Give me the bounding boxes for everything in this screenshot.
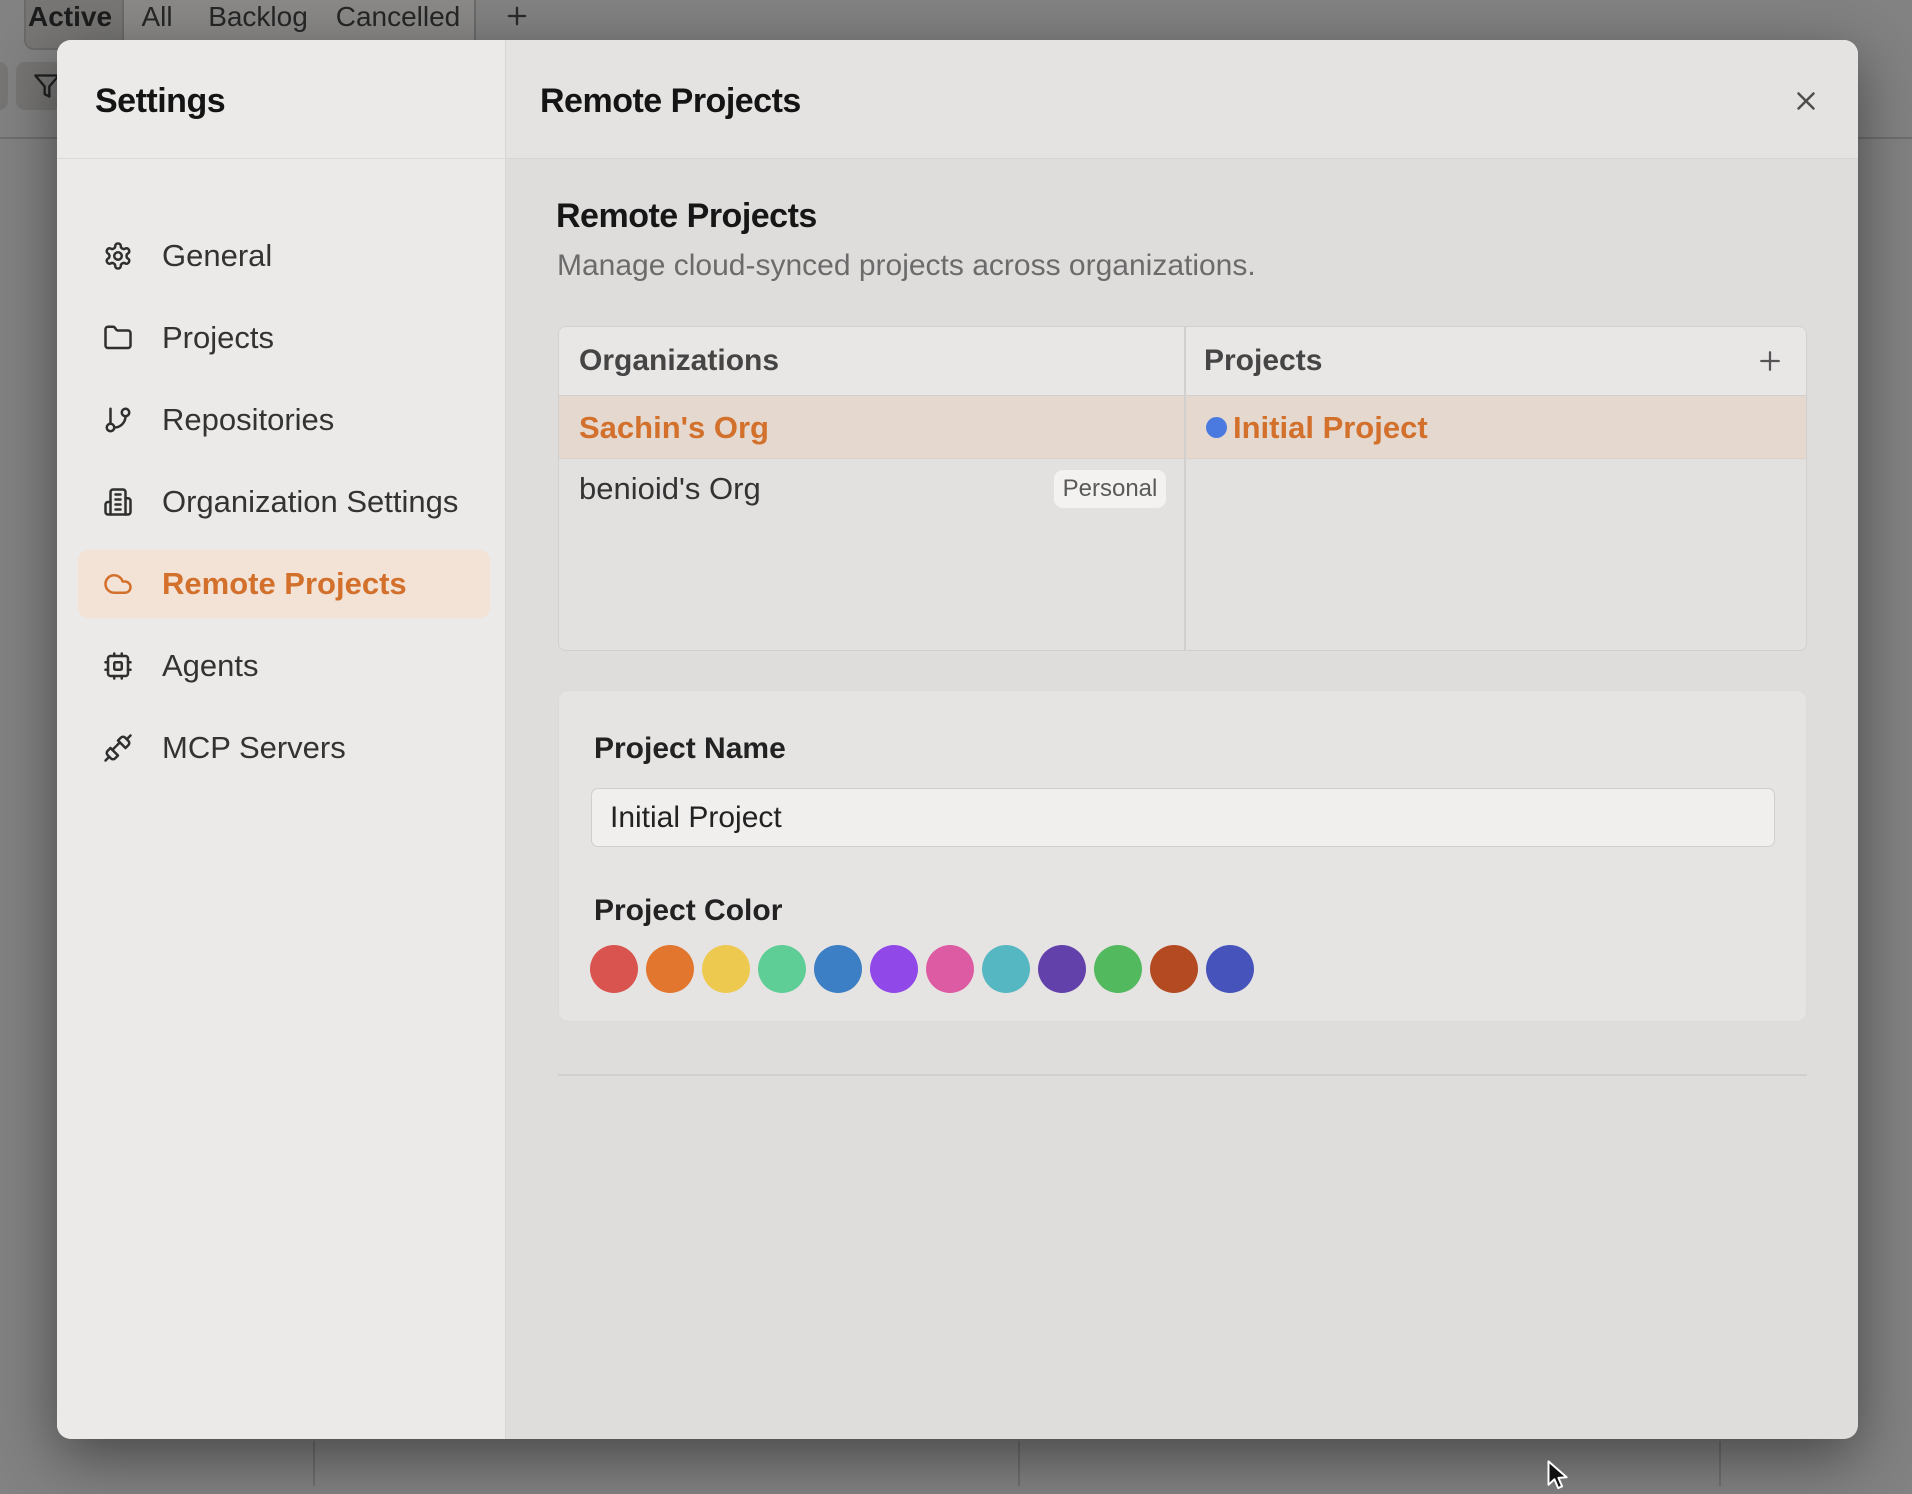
- table-row[interactable]: benioid's Org: [559, 459, 1806, 519]
- sidebar-item-projects[interactable]: Projects: [78, 304, 490, 372]
- project-details-panel: Project Name Project Color: [558, 690, 1807, 1022]
- sidebar-item-label: General: [162, 238, 273, 273]
- organization-name: Sachin's Org: [579, 410, 769, 445]
- cpu-icon: [103, 651, 133, 681]
- settings-modal: Settings General Projects Repositories O: [57, 40, 1858, 1439]
- sidebar-item-remote-projects[interactable]: Remote Projects: [78, 550, 490, 618]
- close-button[interactable]: [1783, 78, 1829, 124]
- sidebar-item-mcp-servers[interactable]: MCP Servers: [78, 714, 490, 782]
- tab-active[interactable]: Active: [28, 3, 112, 31]
- settings-title: Settings: [95, 82, 226, 120]
- building-icon: [103, 487, 133, 517]
- sidebar-header-divider: [57, 158, 506, 159]
- personal-badge: Personal: [1054, 470, 1166, 508]
- sidebar-item-label: Projects: [162, 320, 274, 355]
- table-header-row: Organizations Projects: [559, 327, 1806, 396]
- sidebar-item-label: Repositories: [162, 402, 335, 437]
- add-tab-icon[interactable]: [503, 2, 531, 30]
- modal-title: Remote Projects: [540, 82, 801, 120]
- sidebar-item-organization-settings[interactable]: Organization Settings: [78, 468, 490, 536]
- cloud-icon: [103, 569, 133, 599]
- color-swatch-green[interactable]: [1094, 945, 1142, 993]
- color-swatch-teal[interactable]: [982, 945, 1030, 993]
- project-color-palette: [590, 945, 1254, 993]
- settings-sidebar: Settings General Projects Repositories O: [57, 40, 506, 1439]
- sidebar-item-label: Agents: [162, 648, 259, 683]
- color-swatch-yellow[interactable]: [702, 945, 750, 993]
- folder-icon: [103, 323, 133, 353]
- mouse-cursor: [1542, 1460, 1572, 1494]
- project-name-label: Project Name: [594, 732, 786, 765]
- column-header-projects: Projects: [1204, 344, 1323, 377]
- modal-header-divider: [506, 158, 1858, 159]
- organization-name: benioid's Org: [579, 471, 761, 506]
- sidebar-item-general[interactable]: General: [78, 222, 490, 290]
- sidebar-item-repositories[interactable]: Repositories: [78, 386, 490, 454]
- filter-button[interactable]: [16, 62, 62, 110]
- background-toolbar-button: [0, 62, 8, 110]
- color-swatch-indigo[interactable]: [1206, 945, 1254, 993]
- column-header-organizations: Organizations: [579, 344, 780, 377]
- sidebar-item-agents[interactable]: Agents: [78, 632, 490, 700]
- gear-icon: [103, 241, 133, 271]
- color-swatch-blue[interactable]: [814, 945, 862, 993]
- color-swatch-orange[interactable]: [646, 945, 694, 993]
- tab-all[interactable]: All: [141, 3, 172, 31]
- sidebar-item-label: Organization Settings: [162, 484, 459, 519]
- tab-backlog[interactable]: Backlog: [208, 3, 308, 31]
- color-swatch-purple[interactable]: [1038, 945, 1086, 993]
- git-branch-icon: [103, 405, 133, 435]
- color-swatch-violet[interactable]: [870, 945, 918, 993]
- tab-cancelled[interactable]: Cancelled: [336, 3, 461, 31]
- section-subheading: Manage cloud-synced projects across orga…: [557, 249, 1256, 282]
- sidebar-item-label: Remote Projects: [162, 566, 407, 601]
- project-name: Initial Project: [1233, 410, 1428, 445]
- background-column-divider: [1018, 1441, 1020, 1486]
- color-swatch-red[interactable]: [590, 945, 638, 993]
- background-column-divider: [313, 1441, 315, 1486]
- color-swatch-rust[interactable]: [1150, 945, 1198, 993]
- project-color-dot: [1206, 417, 1227, 438]
- table-column-divider: [1184, 327, 1186, 650]
- table-row-selected[interactable]: Sachin's Org Initial Project: [559, 396, 1806, 459]
- add-project-icon[interactable]: [1755, 346, 1785, 376]
- sidebar-item-label: MCP Servers: [162, 730, 346, 765]
- project-color-label: Project Color: [594, 894, 783, 927]
- project-name-input[interactable]: [591, 788, 1775, 847]
- modal-header: Remote Projects: [506, 40, 1858, 158]
- color-swatch-pink[interactable]: [926, 945, 974, 993]
- color-swatch-mint[interactable]: [758, 945, 806, 993]
- plug-icon: [103, 733, 133, 763]
- close-icon: [1791, 86, 1821, 116]
- background-column-divider: [1719, 1441, 1721, 1486]
- organizations-projects-table: Organizations Projects Sachin's Org Init…: [558, 326, 1807, 651]
- content-divider: [558, 1074, 1807, 1076]
- section-heading: Remote Projects: [556, 197, 817, 235]
